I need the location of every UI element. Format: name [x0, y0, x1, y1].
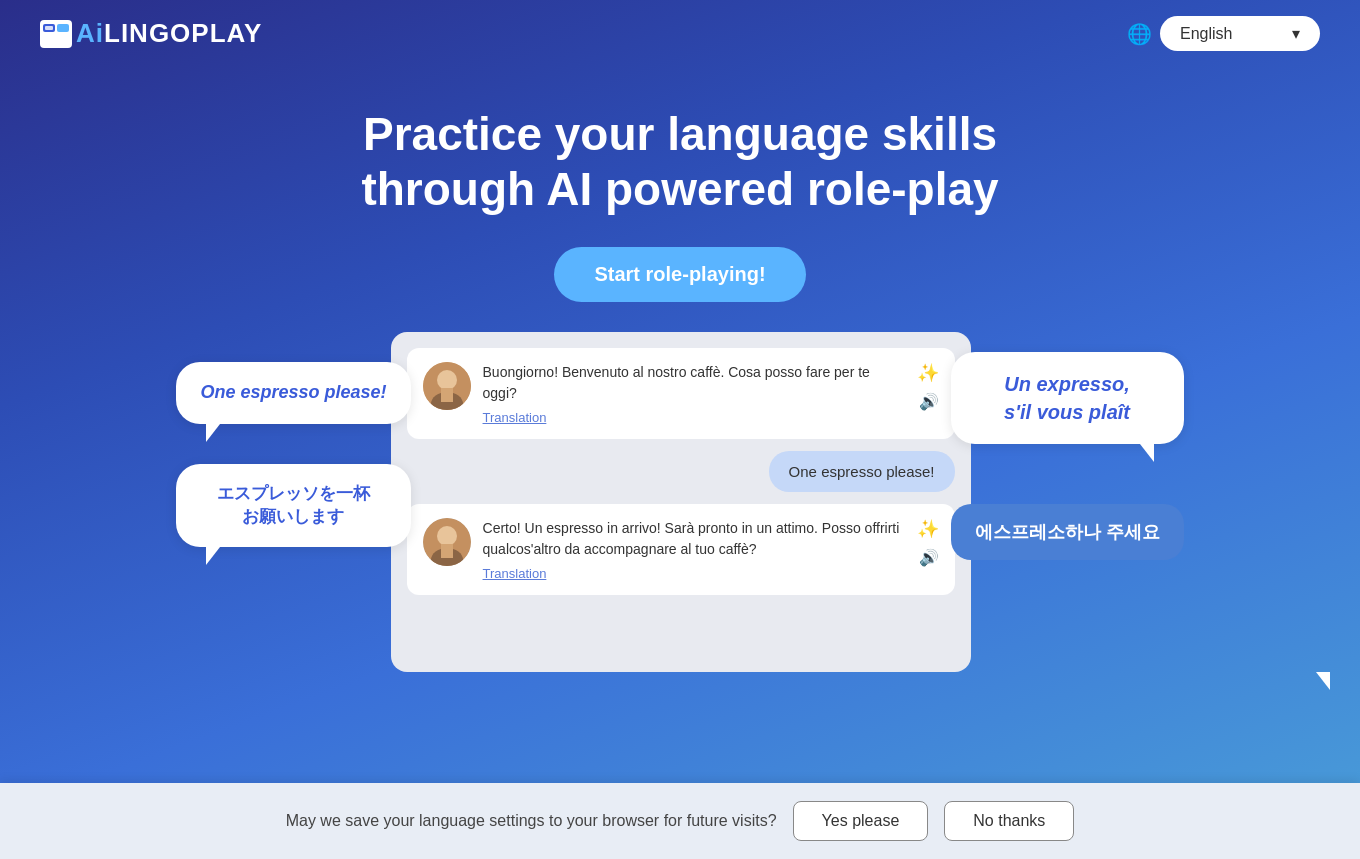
- yes-please-button[interactable]: Yes please: [793, 801, 929, 841]
- chat-message-ai-2: Certo! Un espresso in arrivo! Sarà pront…: [407, 504, 955, 595]
- bubbles-right: Un expresso,s'il vous plaît 에스프레소하나 주세요: [951, 352, 1184, 560]
- speech-bubble-right-top: Un expresso,s'il vous plaît: [951, 352, 1184, 444]
- logo-icon: [40, 20, 72, 48]
- speaker-icon-2[interactable]: 🔊: [919, 548, 939, 567]
- user-message-container: One espresso please!: [407, 451, 955, 492]
- svg-rect-2: [57, 24, 69, 32]
- sparkle-icon-1[interactable]: ✨: [917, 362, 939, 384]
- avatar-1: [423, 362, 471, 410]
- message-text-1: Buongiorno! Benvenuto al nostro caffè. C…: [483, 362, 905, 404]
- selected-language: English: [1180, 25, 1232, 43]
- message-content-1: Buongiorno! Benvenuto al nostro caffè. C…: [483, 362, 905, 425]
- message-content-2: Certo! Un espresso in arrivo! Sarà pront…: [483, 518, 905, 581]
- message-actions-2: ✨ 🔊: [917, 518, 939, 567]
- language-dropdown[interactable]: English ▾: [1160, 16, 1320, 51]
- language-selector[interactable]: 🌐 English ▾: [1127, 16, 1320, 51]
- speech-bubble-left-bottom: エスプレッソを一杯お願いします: [176, 464, 410, 548]
- svg-rect-10: [441, 544, 453, 558]
- hero-title: Practice your language skills through AI…: [20, 107, 1340, 217]
- header: AiLINGOPLAY 🌐 English ▾: [0, 0, 1360, 67]
- start-roleplay-button[interactable]: Start role-playing!: [554, 247, 805, 302]
- sparkle-icon-2[interactable]: ✨: [917, 518, 939, 540]
- svg-point-8: [437, 526, 457, 546]
- speech-bubble-right-bottom: 에스프레소하나 주세요: [951, 504, 1184, 560]
- message-text-2: Certo! Un espresso in arrivo! Sarà pront…: [483, 518, 905, 560]
- svg-rect-6: [441, 388, 453, 402]
- chat-message-ai-1: Buongiorno! Benvenuto al nostro caffè. C…: [407, 348, 955, 439]
- chevron-down-icon: ▾: [1292, 24, 1300, 43]
- consent-bar: May we save your language settings to yo…: [0, 783, 1360, 859]
- consent-text: May we save your language settings to yo…: [286, 812, 777, 830]
- avatar-2: [423, 518, 471, 566]
- logo-text: AiLINGOPLAY: [76, 18, 262, 49]
- translation-link-1[interactable]: Translation: [483, 410, 905, 425]
- chat-window: Buongiorno! Benvenuto al nostro caffè. C…: [391, 332, 971, 672]
- globe-icon: 🌐: [1127, 22, 1152, 46]
- hero-section: Practice your language skills through AI…: [0, 67, 1360, 332]
- main-content: One espresso please! エスプレッソを一杯お願いします: [0, 332, 1360, 672]
- translation-link-2[interactable]: Translation: [483, 566, 905, 581]
- no-thanks-button[interactable]: No thanks: [944, 801, 1074, 841]
- bubbles-left: One espresso please! エスプレッソを一杯お願いします: [176, 362, 410, 547]
- logo: AiLINGOPLAY: [40, 18, 262, 49]
- user-message-1: One espresso please!: [769, 451, 955, 492]
- speaker-icon-1[interactable]: 🔊: [919, 392, 939, 411]
- speech-bubble-left-top: One espresso please!: [176, 362, 410, 423]
- message-actions-1: ✨ 🔊: [917, 362, 939, 411]
- svg-rect-1: [45, 26, 53, 30]
- svg-point-4: [437, 370, 457, 390]
